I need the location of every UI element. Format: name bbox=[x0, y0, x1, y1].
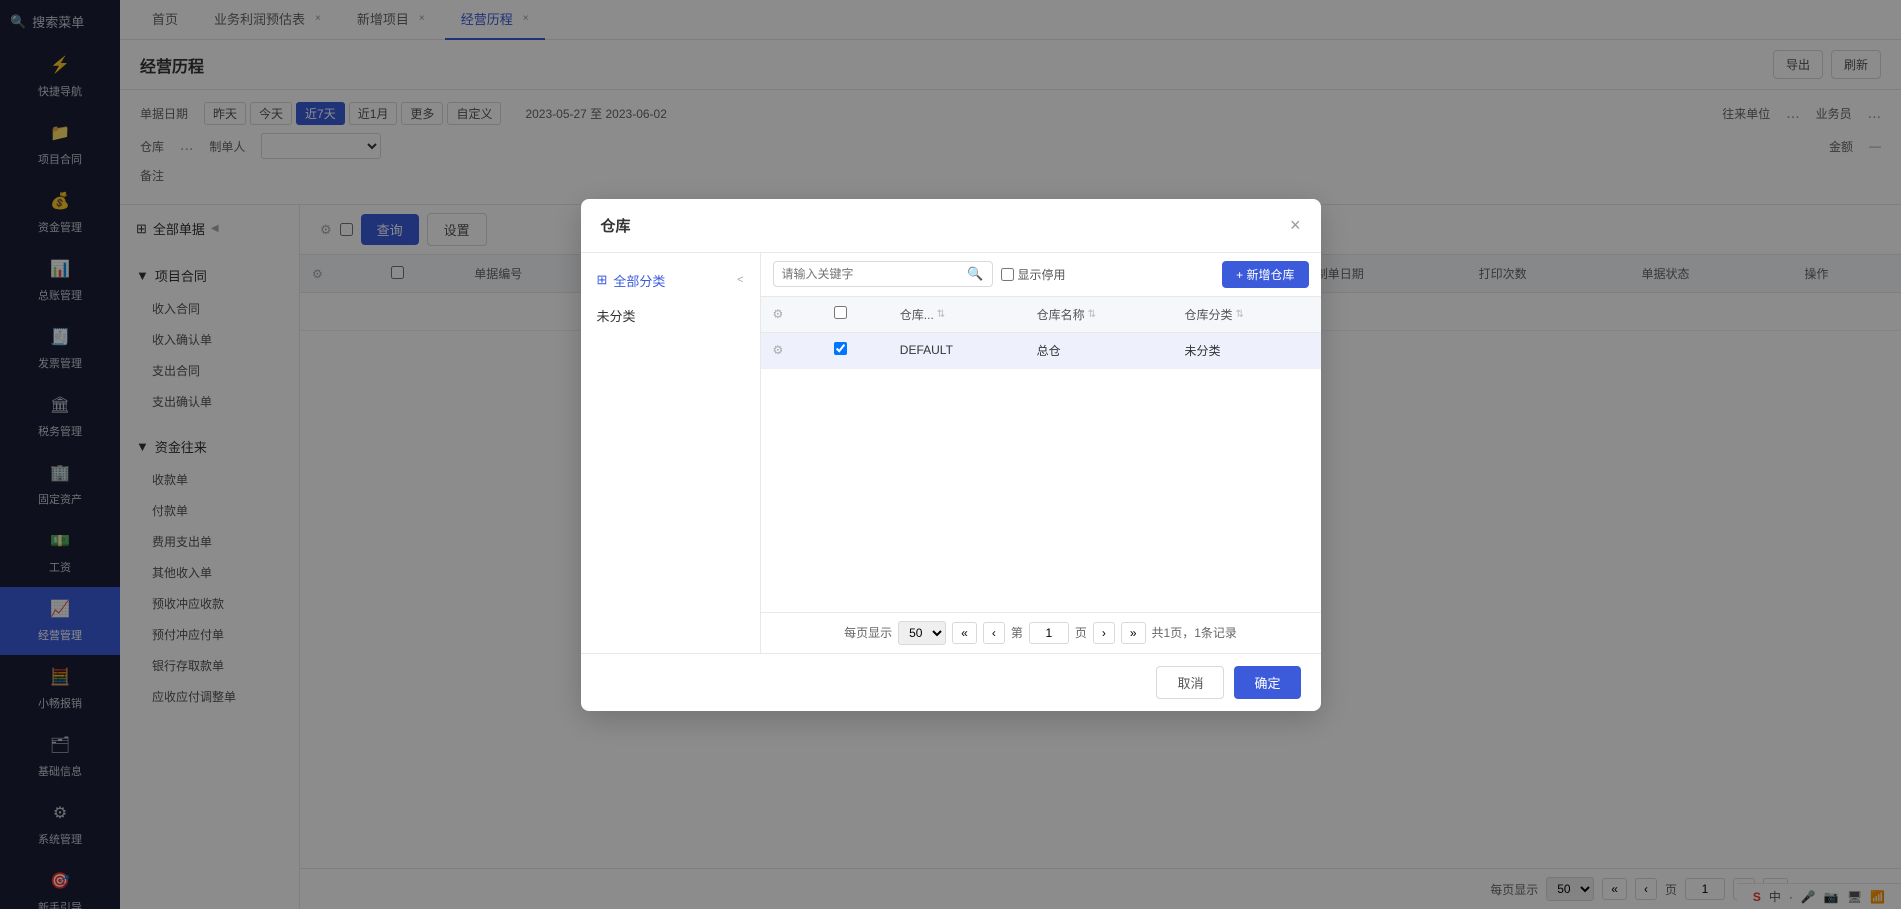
modal-last-page-btn[interactable]: » bbox=[1121, 622, 1146, 644]
row-category-cell: 未分类 bbox=[1173, 332, 1321, 368]
modal-th-code-label: 仓库... bbox=[900, 306, 934, 323]
modal-th-name[interactable]: 仓库名称 ⇅ bbox=[1025, 297, 1173, 333]
modal-table-header: ⚙ 仓库... ⇅ 仓库名称 ⇅ bbox=[761, 297, 1321, 333]
modal-th-category[interactable]: 仓库分类 ⇅ bbox=[1173, 297, 1321, 333]
row-code-cell: DEFAULT bbox=[888, 332, 1025, 368]
modal-title: 仓库 bbox=[601, 215, 631, 236]
sort-category[interactable]: 仓库分类 ⇅ bbox=[1185, 306, 1309, 323]
modal-search-box[interactable]: 🔍 bbox=[773, 261, 993, 287]
modal-gear-icon: ⚙ bbox=[773, 307, 784, 321]
modal-sidebar: ⊞ 全部分类 < 未分类 bbox=[581, 253, 761, 653]
modal-th-category-label: 仓库分类 bbox=[1185, 306, 1233, 323]
sort-name[interactable]: 仓库名称 ⇅ bbox=[1037, 306, 1161, 323]
modal-per-page-select[interactable]: 50 bbox=[898, 621, 946, 645]
modal-page-word: 第 bbox=[1011, 624, 1023, 641]
modal-footer: 取消 确定 bbox=[581, 653, 1321, 711]
sort-code[interactable]: 仓库... ⇅ bbox=[900, 306, 1013, 323]
modal-search-input[interactable] bbox=[782, 267, 968, 281]
modal-th-name-label: 仓库名称 bbox=[1037, 306, 1085, 323]
show-disabled-text: 显示停用 bbox=[1018, 266, 1066, 283]
modal-main: 🔍 显示停用 + 新增仓库 ⚙ bbox=[761, 253, 1321, 653]
modal-th-gear: ⚙ bbox=[761, 297, 823, 333]
modal-search-icon: 🔍 bbox=[967, 266, 983, 282]
sort-code-icon: ⇅ bbox=[937, 309, 945, 320]
modal-total-info: 共1页，1条记录 bbox=[1152, 624, 1237, 641]
modal-page-input[interactable] bbox=[1029, 622, 1069, 644]
row-gear-cell: ⚙ bbox=[761, 332, 823, 368]
warehouse-modal: 仓库 × ⊞ 全部分类 < 未分类 🔍 显示停用 bbox=[581, 199, 1321, 711]
modal-sidebar-unclassified[interactable]: 未分类 bbox=[581, 298, 760, 333]
modal-table-wrap: ⚙ 仓库... ⇅ 仓库名称 ⇅ bbox=[761, 297, 1321, 612]
sort-name-icon: ⇅ bbox=[1088, 309, 1096, 320]
modal-table-body: ⚙ DEFAULT 总仓 未分类 bbox=[761, 332, 1321, 368]
modal-select-all[interactable] bbox=[834, 306, 847, 319]
modal-per-page-label: 每页显示 bbox=[844, 624, 892, 641]
confirm-button[interactable]: 确定 bbox=[1234, 666, 1300, 699]
modal-toolbar: 🔍 显示停用 + 新增仓库 bbox=[761, 253, 1321, 297]
modal-next-page-btn[interactable]: › bbox=[1093, 622, 1115, 644]
modal-first-page-btn[interactable]: « bbox=[952, 622, 977, 644]
row-checkbox-cell bbox=[822, 332, 888, 368]
unclassified-label: 未分类 bbox=[597, 306, 636, 325]
modal-table-row-1[interactable]: ⚙ DEFAULT 总仓 未分类 bbox=[761, 332, 1321, 368]
modal-pagination: 每页显示 50 « ‹ 第 页 › » 共1页，1条记录 bbox=[761, 612, 1321, 653]
cancel-button[interactable]: 取消 bbox=[1156, 666, 1224, 699]
modal-table: ⚙ 仓库... ⇅ 仓库名称 ⇅ bbox=[761, 297, 1321, 369]
modal-th-checkbox bbox=[822, 297, 888, 333]
grid-small-icon: ⊞ bbox=[597, 272, 608, 288]
row-gear-icon: ⚙ bbox=[773, 343, 784, 357]
modal-page-suffix: 页 bbox=[1075, 624, 1087, 641]
sort-category-icon: ⇅ bbox=[1236, 309, 1244, 320]
all-categories-label: 全部分类 bbox=[613, 271, 665, 290]
modal-close-button[interactable]: × bbox=[1290, 216, 1301, 234]
add-warehouse-button[interactable]: + 新增仓库 bbox=[1222, 261, 1308, 288]
modal-sidebar-all-categories[interactable]: ⊞ 全部分类 < bbox=[581, 263, 760, 298]
modal-header: 仓库 × bbox=[581, 199, 1321, 253]
modal-prev-page-btn[interactable]: ‹ bbox=[983, 622, 1005, 644]
sidebar-collapse-btn[interactable]: < bbox=[737, 274, 743, 286]
row-name-cell: 总仓 bbox=[1025, 332, 1173, 368]
modal-th-code[interactable]: 仓库... ⇅ bbox=[888, 297, 1025, 333]
show-disabled-label[interactable]: 显示停用 bbox=[1001, 266, 1066, 283]
show-disabled-checkbox[interactable] bbox=[1001, 268, 1014, 281]
modal-body: ⊞ 全部分类 < 未分类 🔍 显示停用 + 新增仓库 bbox=[581, 253, 1321, 653]
row-checkbox[interactable] bbox=[834, 342, 847, 355]
